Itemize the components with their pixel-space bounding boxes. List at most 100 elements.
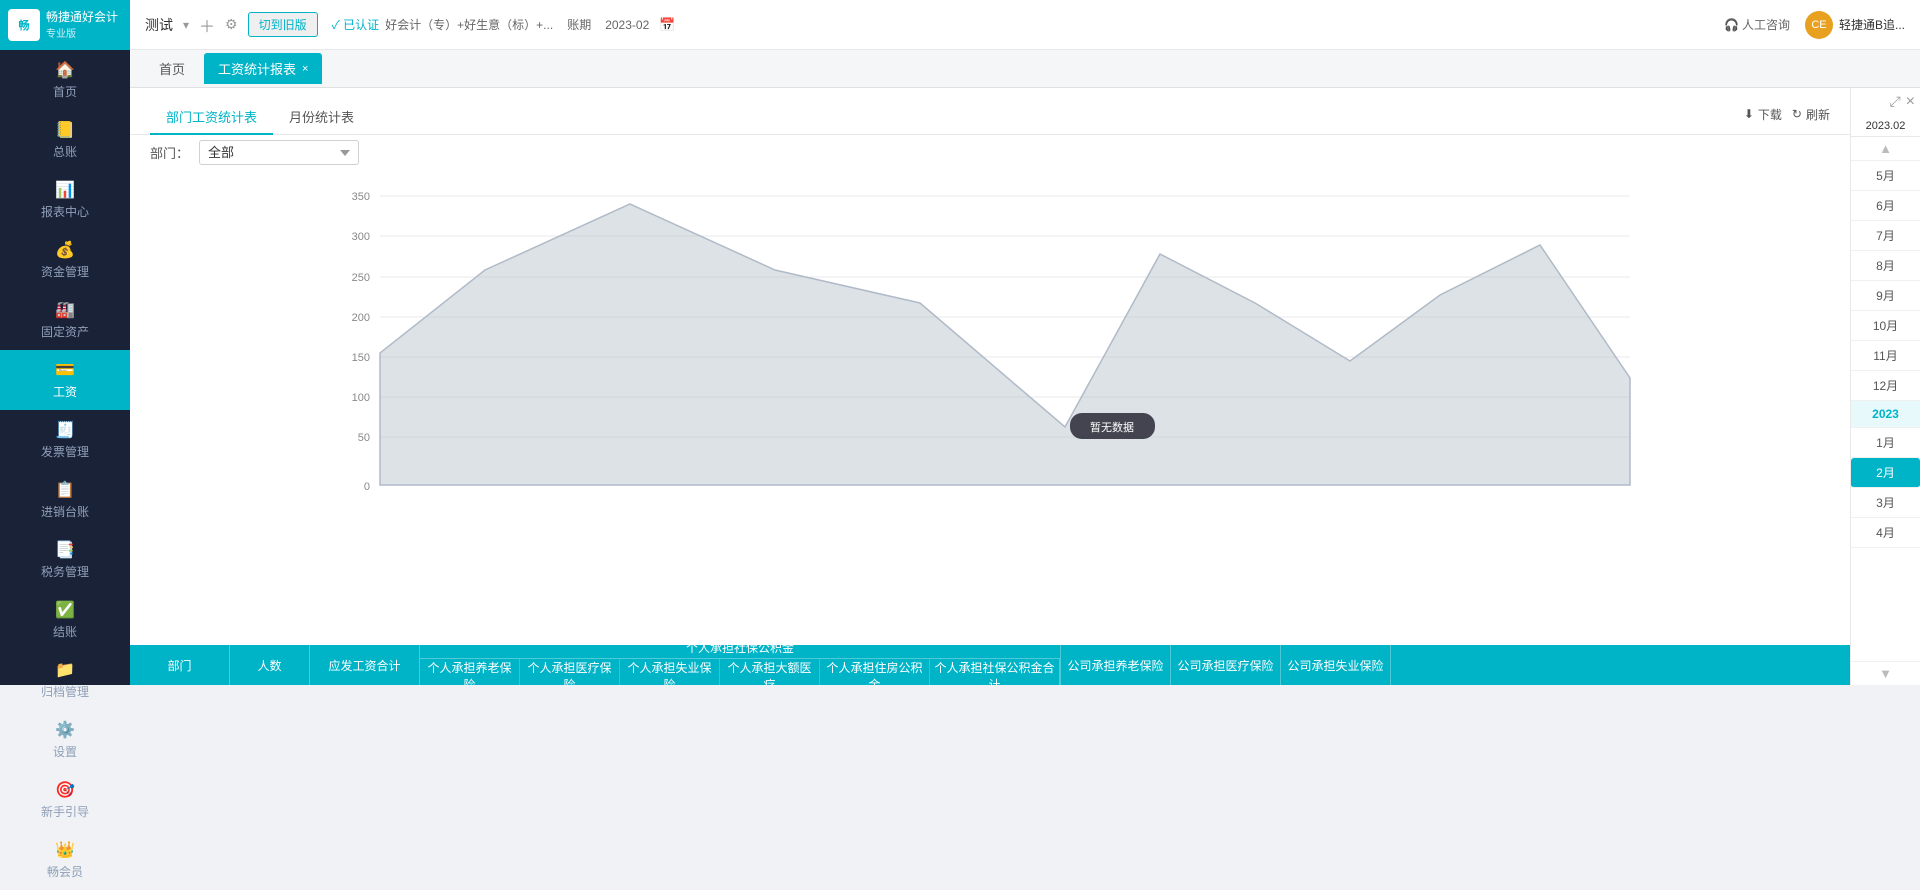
col-company-unemployment: 公司承担失业保险 [1281, 645, 1391, 685]
year-2023-label: 2023 [1851, 401, 1920, 428]
checkout-icon: ✅ [55, 600, 75, 620]
date-2023-4[interactable]: 4月 [1851, 518, 1920, 548]
left-panel: 部门工资统计表 月份统计表 ⬇ 下载 ↻ 刷新 部门： 全部 [130, 88, 1850, 685]
sidebar-logo[interactable]: 畅 畅捷通好会计 专业版 [0, 0, 130, 50]
tab-active-label: 工资统计报表 [218, 59, 296, 78]
col-total-salary: 应发工资合计 [310, 645, 420, 685]
date-2023-2[interactable]: 2月 [1851, 458, 1920, 488]
date-nav-down[interactable]: ▼ [1851, 661, 1920, 685]
sidebar-item-funds[interactable]: 💰 资金管理 [0, 230, 130, 290]
settings-icon: ⚙️ [55, 720, 75, 740]
page-body: 部门工资统计表 月份统计表 ⬇ 下载 ↻ 刷新 部门： 全部 [130, 88, 1920, 685]
col-company-pension: 公司承担养老保险 [1061, 645, 1171, 685]
date-list: 5月 6月 7月 8月 9月 10月 11月 12月 2023 1月 2月 3月… [1851, 161, 1920, 661]
calendar-icon[interactable]: 📅 [659, 17, 675, 33]
tabbar: 首页 工资统计报表 × [130, 50, 1920, 88]
headset-icon: 🎧 [1724, 18, 1739, 32]
download-button[interactable]: ⬇ 下载 [1744, 106, 1782, 123]
refresh-button[interactable]: ↻ 刷新 [1792, 106, 1830, 123]
sidebar-item-invoice[interactable]: 🧾 发票管理 [0, 410, 130, 470]
sidebar-label-ledger: 总账 [53, 143, 77, 160]
sidebar-label-checkout: 结账 [53, 623, 77, 640]
expand-icon[interactable]: ⤢ [1889, 93, 1900, 111]
svg-text:50: 50 [358, 432, 370, 444]
sidebar-label-funds: 资金管理 [41, 263, 89, 280]
avatar: CE [1805, 11, 1833, 39]
period-label: 账期 [567, 16, 591, 33]
tab-home[interactable]: 首页 [145, 53, 199, 84]
date-nav-up[interactable]: ▲ [1851, 137, 1920, 161]
svg-text:100: 100 [352, 392, 370, 404]
svg-text:150: 150 [352, 352, 370, 364]
sub-tab-dept[interactable]: 部门工资统计表 [150, 100, 273, 135]
sub-total: 个人承担社保公积金合计 [930, 659, 1060, 685]
help-button[interactable]: 🎧 人工咨询 [1724, 16, 1790, 33]
sidebar-item-guide[interactable]: 🎯 新手引导 [0, 770, 130, 830]
svg-text:250: 250 [352, 272, 370, 284]
date-7[interactable]: 7月 [1851, 221, 1920, 251]
sub-pension: 个人承担养老保险 [420, 659, 520, 685]
date-11[interactable]: 11月 [1851, 341, 1920, 371]
sidebar-item-tax[interactable]: 📑 税务管理 [0, 530, 130, 590]
sub-tab-month[interactable]: 月份统计表 [273, 100, 370, 135]
sidebar-item-checkout[interactable]: ✅ 结账 [0, 590, 130, 650]
user-menu[interactable]: CE 轻捷通B追... [1805, 11, 1905, 39]
col-count: 人数 [230, 645, 310, 685]
sidebar-item-archive[interactable]: 📁 归档管理 [0, 650, 130, 710]
gear-icon[interactable]: ⚙ [225, 16, 238, 33]
date-panel-header: 2023.02 [1851, 116, 1920, 137]
date-9[interactable]: 9月 [1851, 281, 1920, 311]
tags-badge: 好会计（专）+好生意（标）+... [385, 16, 553, 33]
username: 轻捷通B追... [1839, 16, 1905, 33]
add-button[interactable]: ＋ [199, 13, 215, 37]
date-8[interactable]: 8月 [1851, 251, 1920, 281]
date-2023-3[interactable]: 3月 [1851, 488, 1920, 518]
tax-icon: 📑 [55, 540, 75, 560]
guide-icon: 🎯 [55, 780, 75, 800]
chart-svg: 350 300 250 200 150 100 50 0 [150, 185, 1830, 505]
tab-close-icon[interactable]: × [302, 63, 308, 75]
tab-salary-report[interactable]: 工资统计报表 × [204, 53, 322, 84]
sidebar-item-member[interactable]: 👑 畅会员 [0, 830, 130, 890]
chart-area: 350 300 250 200 150 100 50 0 [130, 175, 1850, 645]
date-10[interactable]: 10月 [1851, 311, 1920, 341]
sidebar-item-settings[interactable]: ⚙️ 设置 [0, 710, 130, 770]
archive-icon: 📁 [55, 660, 75, 680]
sub-unemployment: 个人承担失业保险 [620, 659, 720, 685]
date-5[interactable]: 5月 [1851, 161, 1920, 191]
sub-medical: 个人承担医疗保险 [520, 659, 620, 685]
sidebar-item-ledger[interactable]: 📒 总账 [0, 110, 130, 170]
topbar-badges: ✓ 已认证 好会计（专）+好生意（标）+... [332, 16, 554, 33]
sub-housing: 个人承担住房公积金 [820, 659, 930, 685]
sidebar-label-assets: 固定资产 [41, 323, 89, 340]
sidebar-label-settings: 设置 [53, 743, 77, 760]
sidebar-label-salary: 工资 [53, 383, 77, 400]
date-12[interactable]: 12月 [1851, 371, 1920, 401]
dropdown-arrow-icon[interactable]: ▾ [183, 18, 189, 32]
personal-group-subs: 个人承担养老保险 个人承担医疗保险 个人承担失业保险 个人承担大额医疗 个人承担… [420, 659, 1060, 685]
date-panel: ⤢ × 2023.02 ▲ 5月 6月 7月 8月 9月 10月 11月 12月… [1850, 88, 1920, 685]
switch-old-version-button[interactable]: 切到旧版 [248, 12, 318, 37]
sales-icon: 📋 [55, 480, 75, 500]
sidebar-label-invoice: 发票管理 [41, 443, 89, 460]
sidebar-label-tax: 税务管理 [41, 563, 89, 580]
sidebar-item-salary[interactable]: 💳 工资 [0, 350, 130, 410]
date-2023-1[interactable]: 1月 [1851, 428, 1920, 458]
date-panel-controls: ⤢ × [1884, 88, 1920, 111]
close-icon[interactable]: × [1906, 93, 1915, 111]
department-select[interactable]: 全部 [199, 140, 359, 165]
invoice-icon: 🧾 [55, 420, 75, 440]
sidebar-label-guide: 新手引导 [41, 803, 89, 820]
ledger-icon: 📒 [55, 120, 75, 140]
svg-text:0: 0 [364, 481, 370, 493]
logo-icon: 畅 [8, 9, 40, 41]
sidebar-item-sales[interactable]: 📋 进销台账 [0, 470, 130, 530]
filter-bar: 部门： 全部 [130, 135, 1850, 175]
sidebar-item-reports[interactable]: 📊 报表中心 [0, 170, 130, 230]
sidebar-label-sales: 进销台账 [41, 503, 89, 520]
date-6[interactable]: 6月 [1851, 191, 1920, 221]
sidebar-item-assets[interactable]: 🏭 固定资产 [0, 290, 130, 350]
sidebar-item-home[interactable]: 🏠 首页 [0, 50, 130, 110]
home-icon: 🏠 [55, 60, 75, 80]
sidebar-label-member: 畅会员 [47, 863, 83, 880]
